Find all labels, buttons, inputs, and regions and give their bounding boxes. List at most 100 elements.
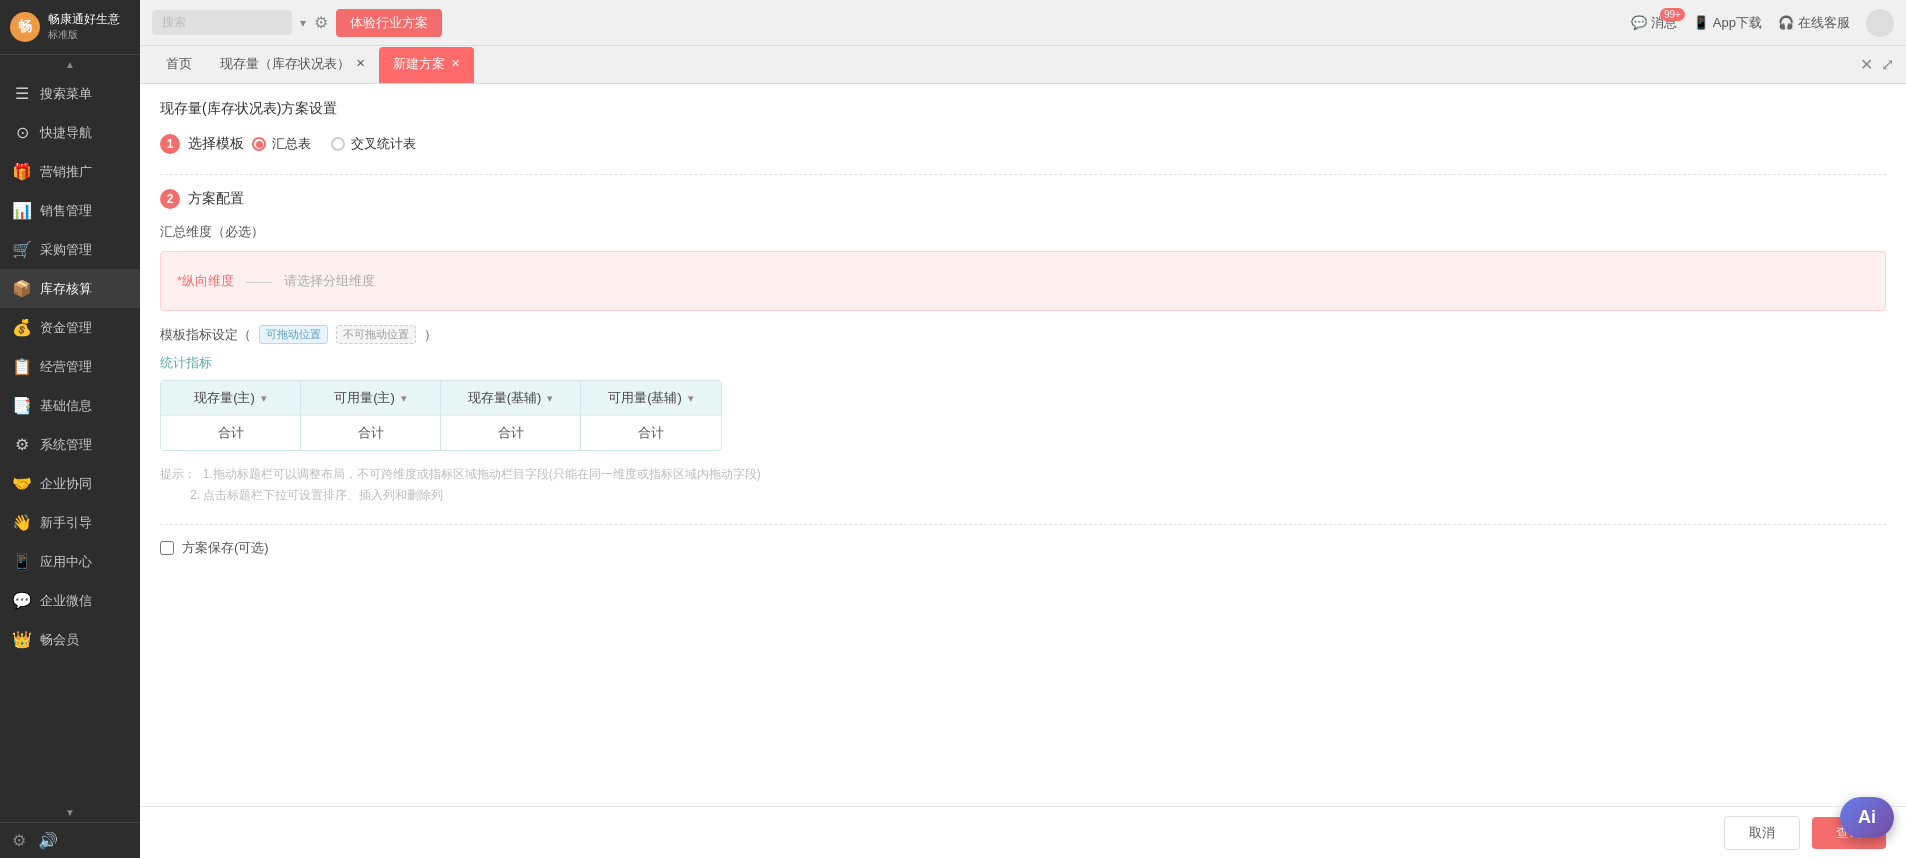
stats-col-1-data: 合计 — [301, 416, 441, 450]
user-avatar[interactable] — [1866, 9, 1894, 37]
tip-1: 提示： 1.拖动标题栏可以调整布局，不可跨维度或指标区域拖动栏目字段(只能在同一… — [160, 466, 1886, 483]
support-btn[interactable]: 🎧 在线客服 — [1778, 14, 1850, 32]
section-template: 1 选择模板 汇总表 交叉统计表 — [160, 134, 1886, 154]
sidebar-item-search-menu[interactable]: ☰ 搜索菜单 — [0, 74, 140, 113]
experience-btn[interactable]: 体验行业方案 — [336, 9, 442, 37]
sidebar-item-basic-info[interactable]: 📑 基础信息 — [0, 386, 140, 425]
save-option: 方案保存(可选) — [160, 539, 1886, 557]
save-checkbox[interactable] — [160, 541, 174, 555]
topbar-right: 💬 消息 99+ 📱 App下载 🎧 在线客服 — [1631, 9, 1894, 37]
aggregate-label: 汇总维度（必选） — [160, 223, 1886, 241]
sidebar-item-vip[interactable]: 👑 畅会员 — [0, 620, 140, 659]
sidebar-item-label: 企业协同 — [40, 475, 92, 493]
bottom-bar: 取消 查询 — [140, 806, 1906, 858]
non-draggable-badge: 不可拖动位置 — [336, 325, 416, 344]
enterprise-wechat-icon: 💬 — [12, 591, 32, 610]
topbar-gear-icon[interactable]: ⚙ — [314, 13, 328, 32]
tab-close-all-btn[interactable]: ✕ — [1860, 55, 1873, 74]
content-area: 现存量(库存状况表)方案设置 1 选择模板 汇总表 交叉统计表 — [140, 84, 1906, 806]
ai-bubble[interactable]: Ai — [1840, 797, 1894, 838]
radio-cross[interactable]: 交叉统计表 — [331, 135, 416, 153]
topbar: 搜索 ▾ ⚙ 体验行业方案 💬 消息 99+ 📱 App下载 🎧 在线客服 — [140, 0, 1906, 46]
sidebar-item-purchase[interactable]: 🛒 采购管理 — [0, 230, 140, 269]
logo-text: 畅康通好生意 — [48, 12, 120, 28]
sidebar-item-label: 畅会员 — [40, 631, 79, 649]
section1-header: 1 选择模板 汇总表 交叉统计表 — [160, 134, 1886, 154]
section2-title: 方案配置 — [188, 190, 244, 208]
stats-section-title: 统计指标 — [160, 354, 1886, 372]
stats-header-row: 现存量(主) ▾ 可用量(主) ▾ 现存量(基辅) ▾ 可用量(基辅) — [161, 381, 721, 415]
sidebar-item-app-center[interactable]: 📱 应用中心 — [0, 542, 140, 581]
dimension-required-label: *纵向维度 — [177, 272, 234, 290]
topbar-search[interactable]: 搜索 — [152, 10, 292, 35]
app-icon: 📱 — [1693, 15, 1709, 30]
sidebar-item-enterprise-wechat[interactable]: 💬 企业微信 — [0, 581, 140, 620]
message-icon: 💬 — [1631, 15, 1647, 30]
ai-label: Ai — [1858, 807, 1876, 828]
message-btn[interactable]: 💬 消息 99+ — [1631, 14, 1677, 32]
logo-icon: 畅 — [10, 12, 40, 42]
stats-col-0-label: 现存量(主) — [194, 389, 255, 407]
section2-num: 2 — [160, 189, 180, 209]
tab-new-scheme-close-icon[interactable]: ✕ — [451, 57, 460, 70]
stats-col-0-dropdown-icon[interactable]: ▾ — [261, 392, 267, 405]
stats-col-3-data: 合计 — [581, 416, 721, 450]
search-menu-icon: ☰ — [12, 84, 32, 103]
sidebar-scroll-down[interactable]: ▼ — [0, 803, 140, 822]
stats-col-0-data: 合计 — [161, 416, 301, 450]
stats-col-2-dropdown-icon[interactable]: ▾ — [547, 392, 553, 405]
tab-expand-btn[interactable]: ⤢ — [1881, 55, 1894, 74]
tab-inventory-status[interactable]: 现存量（库存状况表） ✕ — [206, 47, 379, 83]
stats-col-2-label: 现存量(基辅) — [468, 389, 542, 407]
vip-icon: 👑 — [12, 630, 32, 649]
section-config: 2 方案配置 汇总维度（必选） *纵向维度 —— 请选择分组维度 模板指标设定（… — [160, 189, 1886, 504]
stats-col-1-header[interactable]: 可用量(主) ▾ — [301, 381, 441, 415]
logo-badge: 标准版 — [48, 28, 120, 42]
sidebar-item-sales[interactable]: 📊 销售管理 — [0, 191, 140, 230]
speaker-icon[interactable]: 🔊 — [38, 831, 58, 850]
shortcut-icon: ⊙ — [12, 123, 32, 142]
tab-inventory-close-icon[interactable]: ✕ — [356, 57, 365, 70]
app-download-btn[interactable]: 📱 App下载 — [1693, 14, 1762, 32]
support-label: 在线客服 — [1798, 14, 1850, 32]
sidebar-nav: ☰ 搜索菜单 ⊙ 快捷导航 🎁 营销推广 📊 销售管理 🛒 采购管理 📦 库存核… — [0, 74, 140, 803]
page-title: 现存量(库存状况表)方案设置 — [160, 100, 1886, 118]
stats-col-1-dropdown-icon[interactable]: ▾ — [401, 392, 407, 405]
sidebar-item-operations[interactable]: 📋 经营管理 — [0, 347, 140, 386]
sidebar-scroll-up[interactable]: ▲ — [0, 55, 140, 74]
stats-col-3-dropdown-icon[interactable]: ▾ — [688, 392, 694, 405]
stats-col-1-label: 可用量(主) — [334, 389, 395, 407]
settings-icon[interactable]: ⚙ — [12, 831, 26, 850]
tab-new-scheme[interactable]: 新建方案 ✕ — [379, 47, 474, 83]
metrics-label-suffix: ） — [424, 326, 437, 344]
save-label: 方案保存(可选) — [182, 539, 269, 557]
operations-icon: 📋 — [12, 357, 32, 376]
stats-col-2-header[interactable]: 现存量(基辅) ▾ — [441, 381, 581, 415]
sidebar-item-shortcut[interactable]: ⊙ 快捷导航 — [0, 113, 140, 152]
radio-summary[interactable]: 汇总表 — [252, 135, 311, 153]
sidebar-item-system[interactable]: ⚙ 系统管理 — [0, 425, 140, 464]
sidebar-item-label: 经营管理 — [40, 358, 92, 376]
finance-icon: 💰 — [12, 318, 32, 337]
draggable-badge: 可拖动位置 — [259, 325, 328, 344]
tab-home[interactable]: 首页 — [152, 47, 206, 83]
sidebar-item-marketing[interactable]: 🎁 营销推广 — [0, 152, 140, 191]
tab-home-label: 首页 — [166, 55, 192, 73]
sidebar-item-finance[interactable]: 💰 资金管理 — [0, 308, 140, 347]
sidebar-item-label: 采购管理 — [40, 241, 92, 259]
dimension-placeholder[interactable]: 请选择分组维度 — [284, 272, 375, 290]
topbar-dropdown-icon[interactable]: ▾ — [300, 16, 306, 30]
sidebar-item-label: 基础信息 — [40, 397, 92, 415]
sales-icon: 📊 — [12, 201, 32, 220]
stats-col-3-header[interactable]: 可用量(基辅) ▾ — [581, 381, 721, 415]
cancel-button[interactable]: 取消 — [1724, 816, 1800, 850]
tip-2: 2. 点击标题栏下拉可设置排序、插入列和删除列 — [160, 487, 1886, 504]
sidebar-item-inventory[interactable]: 📦 库存核算 — [0, 269, 140, 308]
marketing-icon: 🎁 — [12, 162, 32, 181]
sidebar-logo: 畅 畅康通好生意 标准版 — [0, 0, 140, 55]
sidebar-item-newbie[interactable]: 👋 新手引导 — [0, 503, 140, 542]
sidebar-item-label: 企业微信 — [40, 592, 92, 610]
sidebar-item-enterprise[interactable]: 🤝 企业协同 — [0, 464, 140, 503]
stats-col-0-header[interactable]: 现存量(主) ▾ — [161, 381, 301, 415]
newbie-icon: 👋 — [12, 513, 32, 532]
